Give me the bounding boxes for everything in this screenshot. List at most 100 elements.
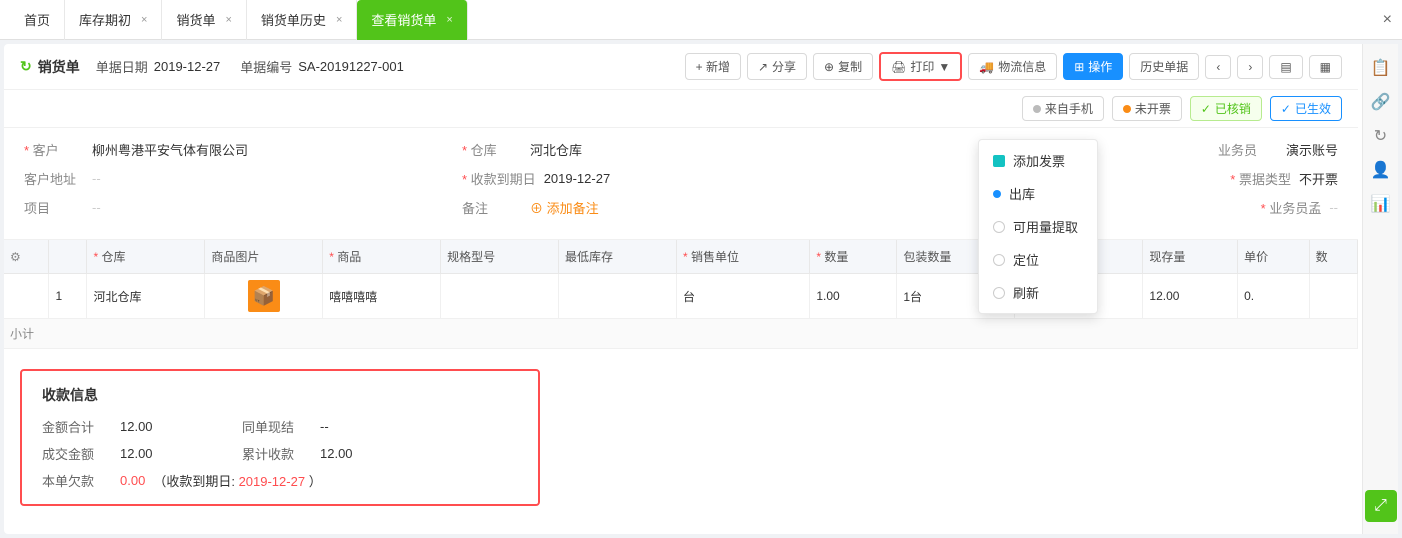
doc-header: ↻ 销货单 单据日期 2019-12-27 单据编号 SA-20191227-0… [4, 44, 1358, 90]
warehouse-value: 河北仓库 [530, 140, 582, 159]
row-quantity: 1.00 [810, 274, 897, 319]
add-button[interactable]: + 新增 [685, 53, 741, 80]
copy-icon: ⊕ [824, 60, 834, 74]
product-thumbnail: 📦 [248, 280, 280, 312]
sidebar-icon-chart[interactable]: 📊 [1365, 188, 1397, 220]
logistics-button[interactable]: 🚚 物流信息 [968, 53, 1057, 80]
payment-title: 收款信息 [42, 385, 518, 405]
salesman-value: -- [1329, 200, 1338, 215]
share-icon: ↗ [758, 60, 768, 74]
row-unit-price: 0. [1238, 274, 1310, 319]
effective-button[interactable]: ✓ 已生效 [1270, 96, 1342, 121]
row-settings [4, 274, 49, 319]
gear-icon[interactable]: ⚙ [10, 250, 21, 264]
same-order-value: -- [320, 419, 329, 434]
salesman-label: 业务员孟 [1261, 198, 1322, 217]
sidebar-icon-refresh[interactable]: ↻ [1365, 120, 1397, 152]
operations-button[interactable]: ⊞ 操作 [1063, 53, 1123, 80]
form-row-1: 客户 柳州粤港平安气体有限公司 仓库 河北仓库 业务员 演示账号 [24, 140, 1338, 159]
history-button[interactable]: 历史单据 [1129, 53, 1199, 80]
col-product: 商品 [323, 240, 441, 274]
invoice-icon [993, 155, 1005, 167]
remark-field: 备注 ⊕ 添加备注 [462, 198, 900, 217]
print-dropdown-icon: ▼ [938, 60, 950, 74]
project-label: 项目 [24, 198, 84, 217]
print-button[interactable]: 🖨 打印 ▼ [879, 52, 962, 81]
balance-date: 2019-12-27 [239, 474, 306, 489]
col-settings[interactable]: ⚙ [4, 240, 49, 274]
col-unit-price: 单价 [1238, 240, 1310, 274]
col-min-stock: 最低库存 [559, 240, 677, 274]
transaction-value: 12.00 [120, 446, 153, 461]
col-more: 数 [1309, 240, 1357, 274]
locate-item[interactable]: 定位 [979, 243, 1097, 276]
plus-remark-icon: ⊕ [530, 201, 543, 216]
address-field: 客户地址 -- [24, 169, 462, 188]
doc-type-icon: ↻ [20, 58, 32, 75]
sidebar-icon-expand[interactable]: ⤢ [1365, 490, 1397, 522]
subtotal-label: 小计 [4, 319, 1358, 349]
refresh-item[interactable]: 刷新 [979, 276, 1097, 309]
balance-value: 0.00 [120, 473, 145, 488]
doc-number-label: 单据编号 SA-20191227-001 [240, 57, 404, 76]
customer-field: 客户 柳州粤港平安气体有限公司 [24, 140, 462, 159]
balance-row: 本单欠款 0.00 （收款到期日: 2019-12-27 ） [42, 471, 442, 490]
same-order-label: 同单现结 [242, 417, 312, 436]
outbound-item[interactable]: 出库 [979, 177, 1097, 210]
cumulative-row: 累计收款 12.00 [242, 444, 442, 463]
sidebar-icon-clipboard[interactable]: 📋 [1365, 52, 1397, 84]
row-product-img: 📦 [205, 274, 323, 319]
tab-sales-order[interactable]: 销货单 × [162, 0, 246, 40]
copy-button[interactable]: ⊕ 复制 [813, 53, 873, 80]
grid-icon: ⊞ [1074, 60, 1084, 74]
payment-info-box: 收款信息 金额合计 12.00 同单现结 -- 成交金额 12.00 [20, 369, 540, 506]
total-amount-row: 金额合计 12.00 [42, 417, 242, 436]
close-sales-history-icon[interactable]: × [336, 14, 342, 26]
available-pickup-icon [993, 221, 1005, 233]
confirmed-button[interactable]: ✓ 已核销 [1190, 96, 1262, 121]
share-button[interactable]: ↗ 分享 [747, 53, 807, 80]
operations-dropdown: 添加发票 出库 可用量提取 定位 刷新 [978, 139, 1098, 314]
window-close-button[interactable]: × [1383, 11, 1392, 29]
not-opened-dot-icon [1123, 105, 1131, 113]
ticket-type-value: 不开票 [1299, 169, 1338, 188]
warehouse-label: 仓库 [462, 140, 522, 159]
project-value: -- [92, 200, 101, 215]
col-quantity: 数量 [810, 240, 897, 274]
close-sales-order-icon[interactable]: × [225, 14, 231, 26]
payment-grid: 金额合计 12.00 同单现结 -- 成交金额 12.00 累计收款 [42, 417, 518, 490]
col-product-img: 商品图片 [205, 240, 323, 274]
form-row-3: 项目 -- 备注 ⊕ 添加备注 业务员孟 -- [24, 198, 1338, 217]
close-inventory-init-icon[interactable]: × [141, 14, 147, 26]
remark-label: 备注 [462, 198, 522, 217]
add-invoice-item[interactable]: 添加发票 [979, 144, 1097, 177]
tab-inventory-init[interactable]: 库存期初 × [65, 0, 162, 40]
next-button[interactable]: › [1237, 55, 1263, 79]
payment-date-label: 收款到期日 [462, 169, 536, 188]
checkmark-icon: ✓ [1201, 102, 1211, 116]
from-phone-button[interactable]: 来自手机 [1022, 96, 1104, 121]
row-current-stock: 12.00 [1143, 274, 1238, 319]
doc-meta: 单据日期 2019-12-27 单据编号 SA-20191227-001 [96, 57, 669, 76]
available-pickup-item[interactable]: 可用量提取 [979, 210, 1097, 243]
row-num: 1 [49, 274, 87, 319]
not-opened-button[interactable]: 未开票 [1112, 96, 1182, 121]
add-remark-button[interactable]: ⊕ 添加备注 [530, 198, 599, 217]
product-table: ⚙ 仓库 商品图片 商品 规格型号 最低库存 销售单位 数量 包装数量 可用量 … [4, 240, 1358, 349]
close-view-sales-icon[interactable]: × [446, 14, 452, 26]
tab-home[interactable]: 首页 [10, 0, 65, 40]
toolbar2: 来自手机 未开票 ✓ 已核销 ✓ 已生效 [4, 90, 1358, 128]
prev-button[interactable]: ‹ [1205, 55, 1231, 79]
tab-view-sales[interactable]: 查看销货单 × [357, 0, 467, 40]
check-circle-icon: ✓ [1281, 102, 1291, 116]
row-more [1309, 274, 1357, 319]
payment-date-field: 收款到期日 2019-12-27 [462, 169, 900, 188]
col-spec: 规格型号 [441, 240, 559, 274]
layout1-button[interactable]: ▤ [1269, 55, 1302, 79]
tab-sales-history[interactable]: 销货单历史 × [247, 0, 357, 40]
payment-date-value: 2019-12-27 [544, 171, 611, 186]
sidebar-icon-user[interactable]: 👤 [1365, 154, 1397, 186]
row-warehouse: 河北仓库 [87, 274, 205, 319]
sidebar-icon-link[interactable]: 🔗 [1365, 86, 1397, 118]
layout2-button[interactable]: ▦ [1309, 55, 1342, 79]
